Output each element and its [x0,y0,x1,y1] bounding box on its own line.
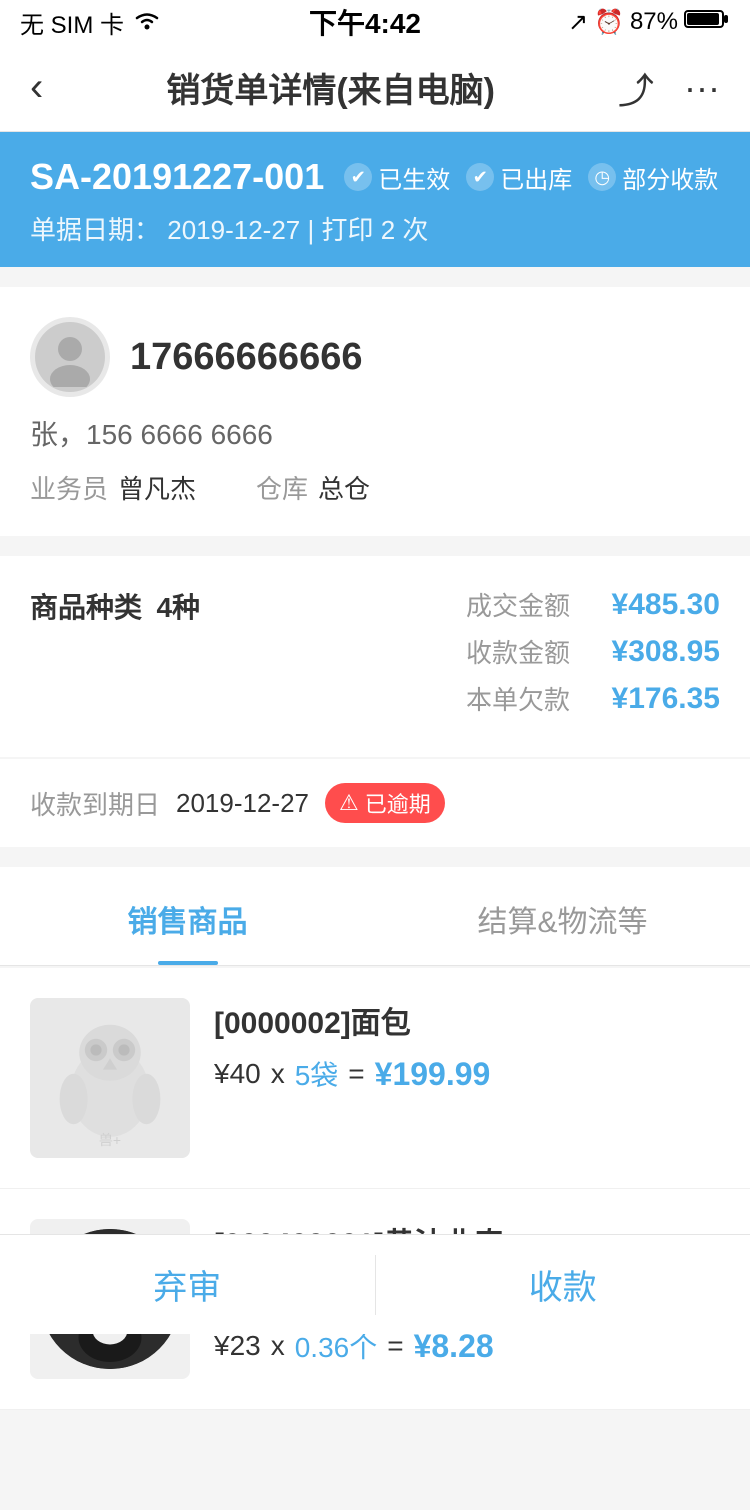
due-label: 收款到期日 [30,785,160,822]
price-base-cookie: ¥23 [214,1330,261,1362]
amount-value: ¥485.30 [590,588,720,622]
badge-partial-label: 部分收款 [622,160,718,195]
price-eq-cookie: = [387,1330,403,1362]
warehouse-label: 仓库 [256,469,308,506]
price-eq-bread: = [348,1058,364,1090]
due-date: 2019-12-27 [176,788,309,819]
products-section: 兽+ [0000002]面包 ¥40 x 5袋 = ¥199.99 [0,968,750,1410]
tab-sales-label: 销售商品 [128,906,248,939]
overdue-label: 已逾期 [365,787,431,819]
clock-icon: ◷ [588,163,616,191]
received-row: 收款金额 ¥308.95 [466,633,720,670]
share-icon[interactable]: ⤴ [618,62,654,114]
banner-date-row: 单据日期： 2019-12-27 | 打印 2 次 [30,210,720,247]
amount-row: 成交金额 ¥485.30 [466,586,720,623]
customer-section: 17666666666 张，156 6666 6666 业务员 曾凡杰 仓库 总… [0,287,750,536]
date-value: 2019-12-27 [167,215,300,245]
print-suffix: 次 [402,215,428,245]
badge-shipped: ✔ 已出库 [466,160,572,195]
agent-value: 曾凡杰 [118,469,196,506]
svg-text:兽+: 兽+ [99,1132,121,1148]
types-label: 商品种类 [30,592,142,623]
product-item: 兽+ [0000002]面包 ¥40 x 5袋 = ¥199.99 [0,968,750,1189]
location-icon: ↗ [568,8,588,37]
badge-effective-label: 已生效 [378,160,450,195]
badge-partial: ◷ 部分收款 [588,160,718,195]
overdue-badge: ⚠ 已逾期 [325,783,445,823]
agent-label: 业务员 [30,469,108,506]
badge-shipped-label: 已出库 [500,160,572,195]
debt-label: 本单欠款 [466,680,570,717]
tab-settlement[interactable]: 结算&物流等 [375,867,750,965]
nav-actions: ⤴ ··· [618,62,720,114]
product-name-bread: [0000002]面包 [214,998,720,1042]
price-x-cookie: x [271,1330,285,1362]
summary-left: 商品种类 4种 [30,586,200,626]
badge-effective: ✔ 已生效 [344,160,450,195]
product-image-bread: 兽+ [30,998,190,1158]
customer-meta: 业务员 曾凡杰 仓库 总仓 [30,469,720,506]
price-total-bread: ¥199.99 [375,1056,491,1093]
product-info-bread: [0000002]面包 ¥40 x 5袋 = ¥199.99 [214,998,720,1094]
check-icon-effective: ✔ [344,163,372,191]
warehouse-value: 总仓 [318,469,370,506]
print-label: | 打印 [307,215,373,245]
sim-status: 无 SIM 卡 [20,5,124,40]
status-bar: 无 SIM 卡 下午4:42 ↗ ⏰ 87% [0,0,750,44]
back-button[interactable]: ‹ [30,65,43,110]
status-left: 无 SIM 卡 [20,5,162,40]
print-count: 2 [381,215,395,245]
nav-bar: ‹ 销货单详情(来自电脑) ⤴ ··· [0,44,750,132]
status-right: ↗ ⏰ 87% [568,8,730,37]
order-number: SA-20191227-001 [30,156,324,198]
types-value: 4种 [156,592,200,623]
cancel-button[interactable]: 弃审 [0,1235,375,1334]
price-x-bread: x [271,1058,285,1090]
wifi-icon [132,8,162,37]
due-section: 收款到期日 2019-12-27 ⚠ 已逾期 [0,759,750,847]
agent-item: 业务员 曾凡杰 [30,469,196,506]
received-label: 收款金额 [466,633,570,670]
bottom-bar: 弃审 收款 [0,1234,750,1334]
warning-icon: ⚠ [339,790,359,816]
price-base-bread: ¥40 [214,1058,261,1090]
tab-settlement-label: 结算&物流等 [477,906,647,939]
debt-row: 本单欠款 ¥176.35 [466,680,720,717]
debt-value: ¥176.35 [590,682,720,716]
more-icon[interactable]: ··· [684,67,720,109]
avatar [30,317,110,397]
amount-label: 成交金额 [466,586,570,623]
battery-level: 87% [630,8,678,36]
battery-icon [684,8,730,37]
summary-section: 商品种类 4种 成交金额 ¥485.30 收款金额 ¥308.95 本单欠款 ¥… [0,556,750,757]
tab-sales[interactable]: 销售商品 [0,867,375,965]
alarm-icon: ⏰ [594,8,624,37]
check-icon-shipped: ✔ [466,163,494,191]
product-types: 商品种类 4种 [30,586,200,626]
confirm-button[interactable]: 收款 [376,1235,750,1334]
status-badges: ✔ 已生效 ✔ 已出库 ◷ 部分收款 [344,160,718,195]
banner-row1: SA-20191227-001 ✔ 已生效 ✔ 已出库 ◷ 部分收款 [30,156,720,198]
summary-right: 成交金额 ¥485.30 收款金额 ¥308.95 本单欠款 ¥176.35 [466,586,720,727]
price-qty-bread: 5袋 [295,1054,339,1094]
product-price-bread: ¥40 x 5袋 = ¥199.99 [214,1054,720,1094]
customer-id: 17666666666 [130,336,362,379]
customer-row: 17666666666 [30,317,720,397]
received-value: ¥308.95 [590,635,720,669]
status-time: 下午4:42 [309,2,421,42]
customer-phone: 张，156 6666 6666 [30,413,720,453]
header-banner: SA-20191227-001 ✔ 已生效 ✔ 已出库 ◷ 部分收款 单据日期：… [0,132,750,267]
avatar-inner [35,322,105,392]
date-label: 单据日期： [30,215,160,245]
warehouse-item: 仓库 总仓 [256,469,370,506]
tabs-section: 销售商品 结算&物流等 [0,867,750,966]
page-title: 销货单详情(来自电脑) [166,63,495,112]
